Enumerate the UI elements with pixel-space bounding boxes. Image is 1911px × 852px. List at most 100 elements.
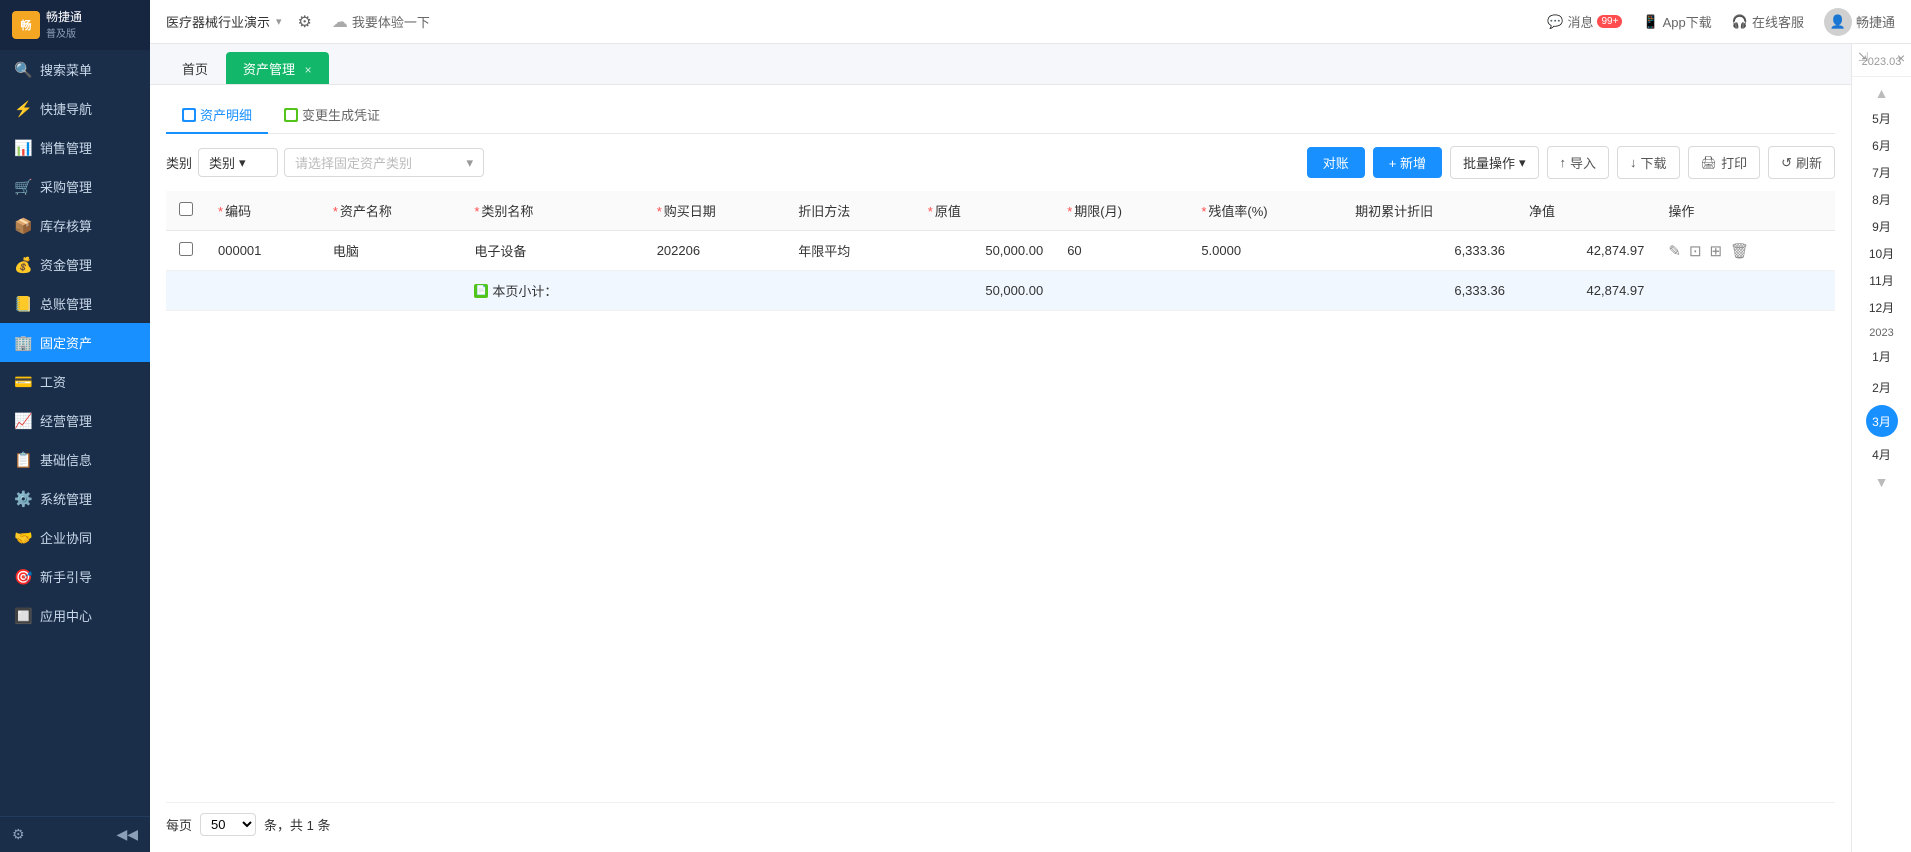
month-item[interactable]: 4月 — [1872, 441, 1891, 468]
sidebar: 畅 畅捷通 普及版 🔍 搜索菜单 ⚡ 快捷导航 📊 销售管理 🛒 采购管理 📦 … — [0, 0, 150, 852]
subtotal-empty-5 — [786, 271, 916, 311]
experience-btn[interactable]: ☁ 我要体验一下 — [332, 12, 430, 32]
scroll-down-btn[interactable]: ▼ — [1875, 470, 1889, 494]
batch-button[interactable]: 批量操作 ▾ — [1450, 146, 1539, 179]
print-button[interactable]: 🖨 打印 — [1688, 146, 1761, 179]
header-purchase-date: *购买日期 — [645, 191, 787, 231]
basic-info-icon: 📋 — [14, 451, 32, 469]
company-name: 医疗器械行业演示 — [166, 12, 270, 31]
cell-net-value: 42,874.97 — [1517, 231, 1656, 271]
sidebar-item-funds[interactable]: 💰 资金管理 — [0, 245, 150, 284]
sidebar-item-operations[interactable]: 📈 经营管理 — [0, 401, 150, 440]
archive-icon[interactable]: ⊞ — [1710, 242, 1723, 260]
tab-asset-management[interactable]: 资产管理 × — [226, 52, 329, 84]
import-button[interactable]: ↑ 导入 — [1547, 146, 1610, 179]
header-accumulated-depreciation: 期初累计折旧 — [1343, 191, 1517, 231]
sidebar-item-fixed-assets[interactable]: 🏢 固定资产 — [0, 323, 150, 362]
subtotal-empty-actions — [1656, 271, 1835, 311]
month-item[interactable]: 7月 — [1852, 159, 1911, 186]
subtotal-empty-7 — [1189, 271, 1343, 311]
month-item[interactable]: 5月 — [1852, 105, 1911, 132]
scroll-up-btn[interactable]: ▲ — [1875, 81, 1889, 105]
month-item[interactable]: 9月 — [1852, 213, 1911, 240]
app-download-btn[interactable]: 📱 App下载 — [1642, 12, 1711, 31]
system-icon: ⚙️ — [14, 490, 32, 508]
guide-icon: 🎯 — [14, 568, 32, 586]
subtotal-empty-1 — [206, 271, 321, 311]
month-item[interactable]: 3月 — [1866, 405, 1898, 437]
header-bianhao: *编码 — [206, 191, 321, 231]
refresh-button[interactable]: ↺ 刷新 — [1768, 146, 1835, 179]
header-checkbox-cell — [166, 191, 206, 231]
tab-close-btn[interactable]: × — [305, 63, 312, 77]
fixed-assets-icon: 🏢 — [14, 334, 32, 352]
month-item[interactable]: 1月 — [1872, 343, 1891, 370]
pagination: 每页 50 100 200 条，共 1 条 — [166, 802, 1835, 840]
sidebar-item-wages[interactable]: 💳 工资 — [0, 362, 150, 401]
delete-icon[interactable]: 🗑 — [1730, 242, 1749, 260]
subtotal-empty-2 — [321, 271, 463, 311]
sidebar-item-purchase[interactable]: 🛒 采购管理 — [0, 167, 150, 206]
online-service-btn[interactable]: 🎧 在线客服 — [1732, 12, 1804, 31]
subtotal-label: 📄 本页小计： — [474, 281, 632, 300]
row-checkbox[interactable] — [179, 242, 193, 256]
add-button[interactable]: + 新增 — [1373, 147, 1442, 178]
change-voucher-icon — [284, 108, 298, 122]
sidebar-item-quick-nav[interactable]: ⚡ 快捷导航 — [0, 89, 150, 128]
app-center-icon: 🔲 — [14, 607, 32, 625]
copy-icon[interactable]: ⊡ — [1689, 242, 1702, 260]
category-value-select[interactable]: 请选择固定资产类别 ▾ — [284, 148, 484, 177]
settings-icon[interactable]: ⚙ — [12, 826, 25, 843]
page-size-select[interactable]: 50 100 200 — [200, 813, 256, 836]
company-selector[interactable]: 医疗器械行业演示 ▾ — [166, 12, 282, 31]
download-icon: ↓ — [1630, 155, 1637, 170]
tab-home[interactable]: 首页 — [166, 53, 224, 84]
download-button[interactable]: ↓ 下载 — [1617, 146, 1680, 179]
sidebar-item-ledger[interactable]: 📒 总账管理 — [0, 284, 150, 323]
duizhang-button[interactable]: 对账 — [1307, 147, 1365, 178]
sidebar-item-basic-info[interactable]: 📋 基础信息 — [0, 440, 150, 479]
month-item[interactable]: 10月 — [1852, 240, 1911, 267]
month-item[interactable]: 6月 — [1852, 132, 1911, 159]
company-dropdown-arrow: ▾ — [276, 15, 282, 28]
cell-depreciation: 年限平均 — [786, 231, 916, 271]
month-item[interactable]: 2月 — [1872, 374, 1891, 401]
table-container: *编码 *资产名称 *类别名称 *购买日期 折旧方法 *原值 *期限(月) *残… — [166, 191, 1835, 798]
asset-table: *编码 *资产名称 *类别名称 *购买日期 折旧方法 *原值 *期限(月) *残… — [166, 191, 1835, 311]
gear-icon[interactable]: ⚙ — [298, 12, 312, 32]
toolbar: 类别 类别 ▾ 请选择固定资产类别 ▾ 对账 + 新增 — [166, 146, 1835, 179]
sidebar-item-guide[interactable]: 🎯 新手引导 — [0, 557, 150, 596]
collapse-icon[interactable]: ◀◀ — [116, 826, 138, 843]
sales-icon: 📊 — [14, 139, 32, 157]
subtotal-original-value: 50,000.00 — [916, 271, 1055, 311]
month-item[interactable]: 8月 — [1852, 186, 1911, 213]
main-area: 医疗器械行业演示 ▾ ⚙ ☁ 我要体验一下 💬 消息 99+ 📱 App下载 🎧… — [150, 0, 1911, 852]
sub-tab-asset-detail[interactable]: 资产明细 — [166, 97, 268, 134]
category-label: 类别 — [166, 153, 192, 172]
sidebar-item-inventory[interactable]: 📦 库存核算 — [0, 206, 150, 245]
user-info-btn[interactable]: 👤 畅捷通 — [1824, 8, 1895, 36]
topbar-right: 💬 消息 99+ 📱 App下载 🎧 在线客服 👤 畅捷通 — [1547, 8, 1895, 36]
enterprise-icon: 🤝 — [14, 529, 32, 547]
panel-expand-btn[interactable]: ⇲ — [1858, 50, 1868, 64]
panel-close-btn[interactable]: × — [1897, 50, 1905, 66]
filter-group: 类别 类别 ▾ 请选择固定资产类别 ▾ — [166, 148, 484, 177]
sub-tab-change-voucher[interactable]: 变更生成凭证 — [268, 97, 396, 134]
action-cell: ✎ ⊡ ⊞ 🗑 — [1668, 242, 1823, 260]
sidebar-item-system[interactable]: ⚙️ 系统管理 — [0, 479, 150, 518]
sidebar-item-enterprise[interactable]: 🤝 企业协同 — [0, 518, 150, 557]
notification-btn[interactable]: 💬 消息 99+ — [1547, 12, 1622, 31]
month-item[interactable]: 12月 — [1852, 294, 1911, 321]
month-item[interactable]: 11月 — [1852, 267, 1911, 294]
header-net-value: 净值 — [1517, 191, 1656, 231]
edit-icon[interactable]: ✎ — [1668, 242, 1681, 260]
sidebar-item-search[interactable]: 🔍 搜索菜单 — [0, 50, 150, 89]
prev-year-months: 5月6月7月8月9月10月11月12月 — [1852, 105, 1911, 321]
header-checkbox[interactable] — [179, 202, 193, 216]
category-type-select[interactable]: 类别 ▾ — [198, 148, 278, 177]
sidebar-item-app-center[interactable]: 🔲 应用中心 — [0, 596, 150, 635]
sidebar-item-sales[interactable]: 📊 销售管理 — [0, 128, 150, 167]
main-content: 首页 资产管理 × 资产明细 — [150, 44, 1851, 852]
logo-text: 畅捷通 普及版 — [46, 10, 82, 41]
inventory-icon: 📦 — [14, 217, 32, 235]
